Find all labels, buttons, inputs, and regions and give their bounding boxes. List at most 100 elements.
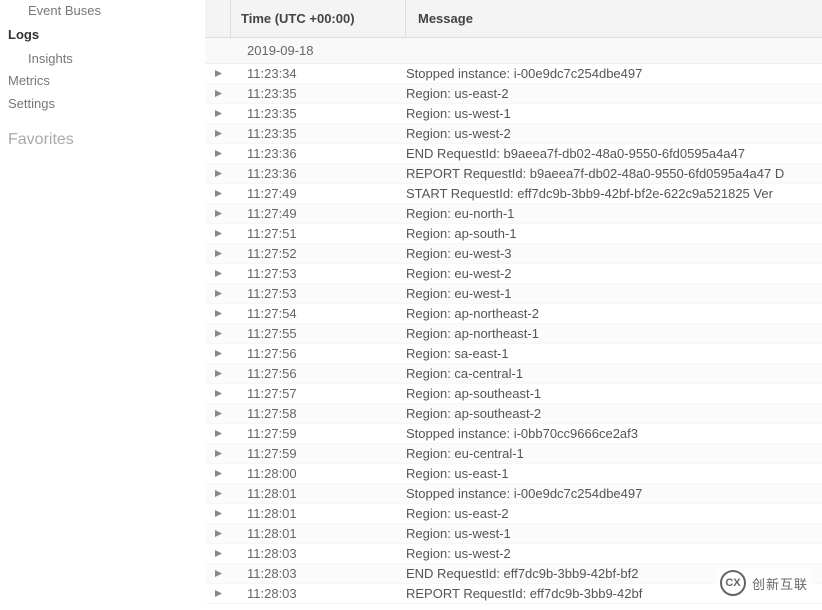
message-cell: Region: eu-north-1 [406,206,822,221]
time-cell: 11:27:52 [231,246,406,261]
log-row[interactable]: 11:27:51Region: ap-south-1 [205,224,822,244]
log-row[interactable]: 11:23:36END RequestId: b9aeea7f-db02-48a… [205,144,822,164]
time-cell: 11:28:01 [231,526,406,541]
expand-row-icon[interactable] [205,570,231,577]
time-cell: 11:23:35 [231,86,406,101]
expand-row-icon[interactable] [205,210,231,217]
expand-row-icon[interactable] [205,410,231,417]
log-row[interactable]: 11:28:01Stopped instance: i-00e9dc7c254d… [205,484,822,504]
log-row[interactable]: 11:23:35Region: us-east-2 [205,84,822,104]
log-row[interactable]: 11:27:54Region: ap-northeast-2 [205,304,822,324]
sidebar-item-label: Insights [28,51,73,66]
log-row[interactable]: 11:27:49Region: eu-north-1 [205,204,822,224]
expand-row-icon[interactable] [205,490,231,497]
expand-row-icon[interactable] [205,510,231,517]
log-row[interactable]: 11:28:03Region: us-west-2 [205,544,822,564]
time-cell: 11:27:56 [231,366,406,381]
time-cell: 11:23:34 [231,66,406,81]
log-row[interactable]: 11:23:35Region: us-west-1 [205,104,822,124]
log-row[interactable]: 11:23:34Stopped instance: i-00e9dc7c254d… [205,64,822,84]
sidebar-item-settings[interactable]: Settings [0,92,205,115]
expand-row-icon[interactable] [205,450,231,457]
watermark-text: 创新互联 [752,574,808,593]
message-cell: Region: ap-northeast-2 [406,306,822,321]
expand-row-icon[interactable] [205,170,231,177]
expand-row-icon[interactable] [205,550,231,557]
sidebar: Event Buses Logs Insights Metrics Settings F… [0,0,205,610]
log-row[interactable]: 11:27:55Region: ap-northeast-1 [205,324,822,344]
sidebar-item-insights[interactable]: Insights [0,48,205,69]
time-cell: 11:27:54 [231,306,406,321]
watermark-logo-icon: CX [720,570,746,596]
message-cell: Stopped instance: i-00e9dc7c254dbe497 [406,486,822,501]
sidebar-item-label: Event Buses [28,3,101,18]
log-row[interactable]: 11:28:01Region: us-east-2 [205,504,822,524]
expand-row-icon[interactable] [205,370,231,377]
log-row[interactable]: 11:28:01Region: us-west-1 [205,524,822,544]
time-cell: 11:27:59 [231,446,406,461]
log-row[interactable]: 11:27:52Region: eu-west-3 [205,244,822,264]
time-cell: 11:27:57 [231,386,406,401]
time-cell: 11:27:56 [231,346,406,361]
log-row[interactable]: 11:27:59Region: eu-central-1 [205,444,822,464]
log-row[interactable]: 11:23:36REPORT RequestId: b9aeea7f-db02-… [205,164,822,184]
logs-panel: Time (UTC +00:00) Message 2019-09-18 11:… [205,0,822,610]
sidebar-item-metrics[interactable]: Metrics [0,69,205,92]
log-row[interactable]: 11:28:00Region: us-east-1 [205,464,822,484]
message-column-header[interactable]: Message [406,0,822,37]
message-cell: START RequestId: eff7dc9b-3bb9-42bf-bf2e… [406,186,822,201]
sidebar-item-event-buses[interactable]: Event Buses [0,0,205,21]
expand-row-icon[interactable] [205,390,231,397]
log-row[interactable]: 11:27:53Region: eu-west-1 [205,284,822,304]
expand-row-icon[interactable] [205,150,231,157]
expand-row-icon[interactable] [205,330,231,337]
message-cell: Region: ap-south-1 [406,226,822,241]
expand-row-icon[interactable] [205,590,231,597]
message-cell: Region: ap-southeast-2 [406,406,822,421]
expand-row-icon[interactable] [205,110,231,117]
message-cell: Stopped instance: i-0bb70cc9666ce2af3 [406,426,822,441]
message-cell: REPORT RequestId: b9aeea7f-db02-48a0-955… [406,166,822,181]
expand-row-icon[interactable] [205,470,231,477]
message-cell: Region: us-west-2 [406,126,822,141]
log-row[interactable]: 11:27:59Stopped instance: i-0bb70cc9666c… [205,424,822,444]
log-rows-container: 11:23:34 Stopped instance: i-00e9dc7c254d… [205,64,822,604]
expand-row-icon[interactable] [205,90,231,97]
expand-row-icon[interactable] [205,310,231,317]
message-cell: Region: us-east-2 [406,506,822,521]
expand-row-icon[interactable] [205,530,231,537]
expand-row-icon[interactable] [205,190,231,197]
time-cell: 11:27:59 [231,426,406,441]
log-row[interactable]: 11:23:35Region: us-west-2 [205,124,822,144]
time-column-header[interactable]: Time (UTC +00:00) [231,0,406,37]
favorites-label: Favorites [0,115,205,149]
sidebar-item-label: Metrics [8,73,50,88]
log-row[interactable]: 11:27:56Region: ca-central-1 [205,364,822,384]
time-cell: 11:23:35 [231,106,406,121]
expand-row-icon[interactable] [205,270,231,277]
log-row[interactable]: 11:27:49START RequestId: eff7dc9b-3bb9-4… [205,184,822,204]
expand-row-icon[interactable] [205,130,231,137]
expand-column-header [205,0,231,37]
expand-row-icon[interactable] [205,230,231,237]
sidebar-item-logs[interactable]: Logs [0,21,205,48]
log-row[interactable]: 11:27:57Region: ap-southeast-1 [205,384,822,404]
message-cell: END RequestId: b9aeea7f-db02-48a0-9550-6… [406,146,822,161]
time-cell: 11:23:36 [231,146,406,161]
log-row[interactable]: 11:27:53Region: eu-west-2 [205,264,822,284]
time-cell: 11:28:03 [231,586,406,601]
log-row[interactable]: 11:27:56Region: sa-east-1 [205,344,822,364]
time-cell: 11:28:03 [231,546,406,561]
log-row[interactable]: 11:27:58Region: ap-southeast-2 [205,404,822,424]
expand-row-icon[interactable] [205,350,231,357]
expand-row-icon[interactable] [205,250,231,257]
time-cell: 11:27:58 [231,406,406,421]
expand-row-icon[interactable] [205,290,231,297]
message-cell: Region: sa-east-1 [406,346,822,361]
message-cell: Region: us-west-1 [406,106,822,121]
expand-row-icon[interactable] [205,70,231,77]
message-cell: Region: eu-west-3 [406,246,822,261]
time-cell: 11:27:51 [231,226,406,241]
date-group-row: 2019-09-18 [205,38,822,64]
expand-row-icon[interactable] [205,430,231,437]
